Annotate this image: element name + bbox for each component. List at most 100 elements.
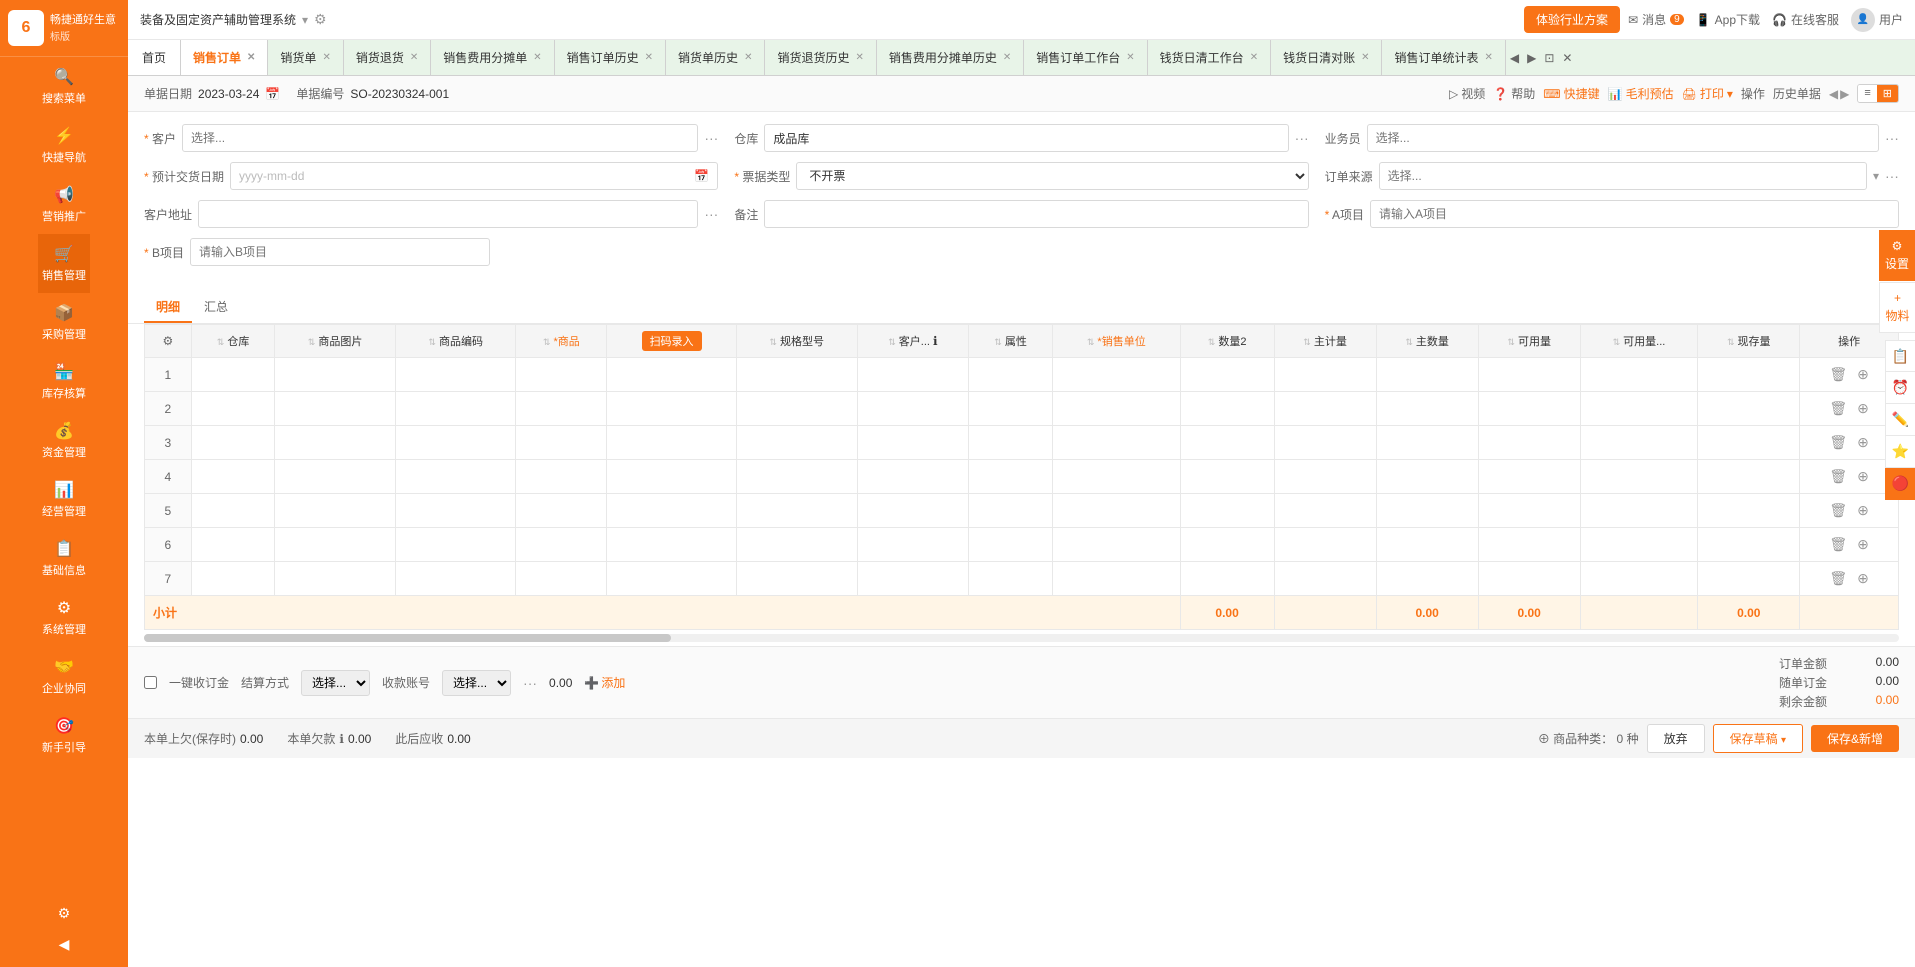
tab-close-icon12[interactable]: ✕ [1485,52,1493,63]
view-video-btn[interactable]: ▷ 视频 [1449,85,1485,102]
row-copy-btn[interactable]: ⊕ [1854,467,1872,486]
side-icon-3[interactable]: ✏️ [1885,404,1915,436]
save-draft-dropdown-icon[interactable]: ▾ [1781,735,1786,746]
tab-close-icon10[interactable]: ✕ [1250,52,1258,63]
row-delete-btn[interactable]: 🗑 [1826,399,1850,418]
date-value[interactable]: 2023-03-24 [198,87,259,101]
scan-btn[interactable]: 扫码录入 [642,331,702,351]
tab-detail[interactable]: 明细 [144,292,192,323]
b-project-input[interactable] [190,238,490,266]
salesperson-expand-icon[interactable]: ··· [1885,130,1899,146]
tab-refund-history[interactable]: 销货退货历史 ✕ [765,40,876,75]
col-spec[interactable]: ⇅ 规格型号 [736,325,857,358]
sidebar-item-system[interactable]: ⚙系统管理 [38,588,90,647]
save-new-btn[interactable]: 保存&新增 [1811,725,1899,752]
add-payment-btn[interactable]: ➕ 添加 [584,674,625,691]
warehouse-expand-icon[interactable]: ··· [1295,130,1309,146]
note-input[interactable] [764,200,1308,228]
sidebar-item-operations[interactable]: 📊经营管理 [38,470,90,529]
sidebar-item-enterprise[interactable]: 🤝企业协同 [38,647,90,706]
operations-btn[interactable]: 操作 [1741,85,1765,102]
col-product[interactable]: ⇅ *商品 [516,325,607,358]
tab-daily-reconcile[interactable]: 钱货日清工作台 ✕ [1148,40,1271,75]
tab-close-icon9[interactable]: ✕ [1126,52,1134,63]
tab-close-icon5[interactable]: ✕ [645,52,653,63]
sidebar-item-finance[interactable]: 💰资金管理 [38,411,90,470]
history-btn[interactable]: 历史单据 [1773,85,1821,102]
payment-method-select[interactable]: 选择... [301,670,370,696]
tab-close-icon11[interactable]: ✕ [1361,52,1369,63]
sidebar-item-basic_info[interactable]: 📋基础信息 [38,529,90,588]
tab-close-icon4[interactable]: ✕ [533,52,541,63]
side-icon-1[interactable]: 📋 [1885,340,1915,372]
tab-close-icon3[interactable]: ✕ [410,52,418,63]
account-expand-icon[interactable]: ··· [523,675,537,691]
tab-close-icon7[interactable]: ✕ [855,52,863,63]
col-product-code[interactable]: ⇅ 商品编码 [395,325,516,358]
row-copy-btn[interactable]: ⊕ [1854,569,1872,588]
tab-home[interactable]: 首页 [128,40,181,75]
horizontal-scrollbar[interactable] [144,634,1899,642]
col-current-stock[interactable]: ⇅ 现存量 [1698,325,1800,358]
message-btn[interactable]: ✉ 消息 9 [1628,11,1684,28]
col-customer-code[interactable]: ⇅ 客户... ℹ [857,325,969,358]
list-view-btn[interactable]: ≡ [1858,85,1876,102]
prev-record-btn[interactable]: ◀ [1829,87,1838,101]
sidebar-item-search[interactable]: 🔍搜索菜单 [38,57,90,116]
tab-expand-btn[interactable]: ⊡ [1540,51,1558,65]
tab-order-history[interactable]: 销售订单历史 ✕ [555,40,666,75]
row-copy-btn[interactable]: ⊕ [1854,535,1872,554]
grid-view-btn[interactable]: ⊞ [1877,85,1898,102]
add-material-btn[interactable]: + 物料 [1879,282,1915,333]
sidebar-item-inventory[interactable]: 🏪库存核算 [38,352,90,411]
row-delete-btn[interactable]: 🗑 [1826,501,1850,520]
customer-address-input[interactable] [198,200,698,228]
save-draft-btn[interactable]: 保存草稿 ▾ [1713,724,1803,753]
sidebar-item-settings[interactable]: ⚙ [0,897,128,930]
sidebar-collapse-btn[interactable]: ◀ [0,930,128,959]
tab-summary[interactable]: 汇总 [192,292,240,323]
solution-btn[interactable]: 体验行业方案 [1524,6,1620,33]
row-copy-btn[interactable]: ⊕ [1854,433,1872,452]
col-available2[interactable]: ⇅ 可用量... [1580,325,1698,358]
row-delete-btn[interactable]: 🗑 [1826,535,1850,554]
col-properties[interactable]: ⇅ 属性 [969,325,1053,358]
gear-icon[interactable]: ⚙ [162,334,173,348]
topbar-settings-icon[interactable]: ⚙ [314,11,327,28]
tab-prev-btn[interactable]: ◀ [1506,51,1523,65]
app-download-btn[interactable]: 📱 App下载 [1696,11,1760,28]
settings-panel-btn[interactable]: ⚙ 设置 [1879,230,1915,281]
account-select[interactable]: 选择... [442,670,511,696]
col-scan[interactable]: 扫码录入 [607,325,737,358]
a-project-input[interactable] [1370,200,1899,228]
row-delete-btn[interactable]: 🗑 [1826,569,1850,588]
shortcut-btn[interactable]: ⌨ 快捷键 [1543,85,1599,102]
invoice-type-select[interactable]: 不开票 增值税发票 [796,162,1308,190]
warehouse-input[interactable] [764,124,1288,152]
tab-close-icon8[interactable]: ✕ [1003,52,1011,63]
auto-collect-checkbox[interactable] [144,676,157,689]
sidebar-item-sales_mgmt[interactable]: 🛒销售管理 [38,234,90,293]
tab-close-icon[interactable]: ✕ [247,52,255,63]
customer-input[interactable] [182,124,698,152]
tab-close-all-btn[interactable]: ✕ [1558,51,1576,65]
row-copy-btn[interactable]: ⊕ [1854,501,1872,520]
col-sales-unit[interactable]: ⇅ *销售单位 [1052,325,1180,358]
row-delete-btn[interactable]: 🗑 [1826,365,1850,384]
tab-close-icon6[interactable]: ✕ [744,52,752,63]
user-menu[interactable]: 👤 用户 [1851,8,1903,32]
tab-sales-stat[interactable]: 销售订单统计表 ✕ [1382,40,1505,75]
col-gear[interactable]: ⚙ [145,325,192,358]
col-product-image[interactable]: ⇅ 商品图片 [275,325,396,358]
profit-preview-btn[interactable]: 📊 毛利预估 [1608,85,1674,102]
side-icon-4[interactable]: ⭐ [1885,436,1915,468]
customer-expand-icon[interactable]: ··· [704,130,718,146]
print-btn[interactable]: 🖨 打印 ▾ [1682,85,1733,102]
help-btn[interactable]: ❓ 帮助 [1493,85,1535,102]
sidebar-item-quick_nav[interactable]: ⚡快捷导航 [38,116,90,175]
delivery-date-input[interactable]: yyyy-mm-dd 📅 [230,162,718,190]
order-source-input[interactable] [1379,162,1867,190]
tab-close-icon2[interactable]: ✕ [322,52,330,63]
col-main-qty[interactable]: ⇅ 主数量 [1376,325,1478,358]
row-copy-btn[interactable]: ⊕ [1854,399,1872,418]
